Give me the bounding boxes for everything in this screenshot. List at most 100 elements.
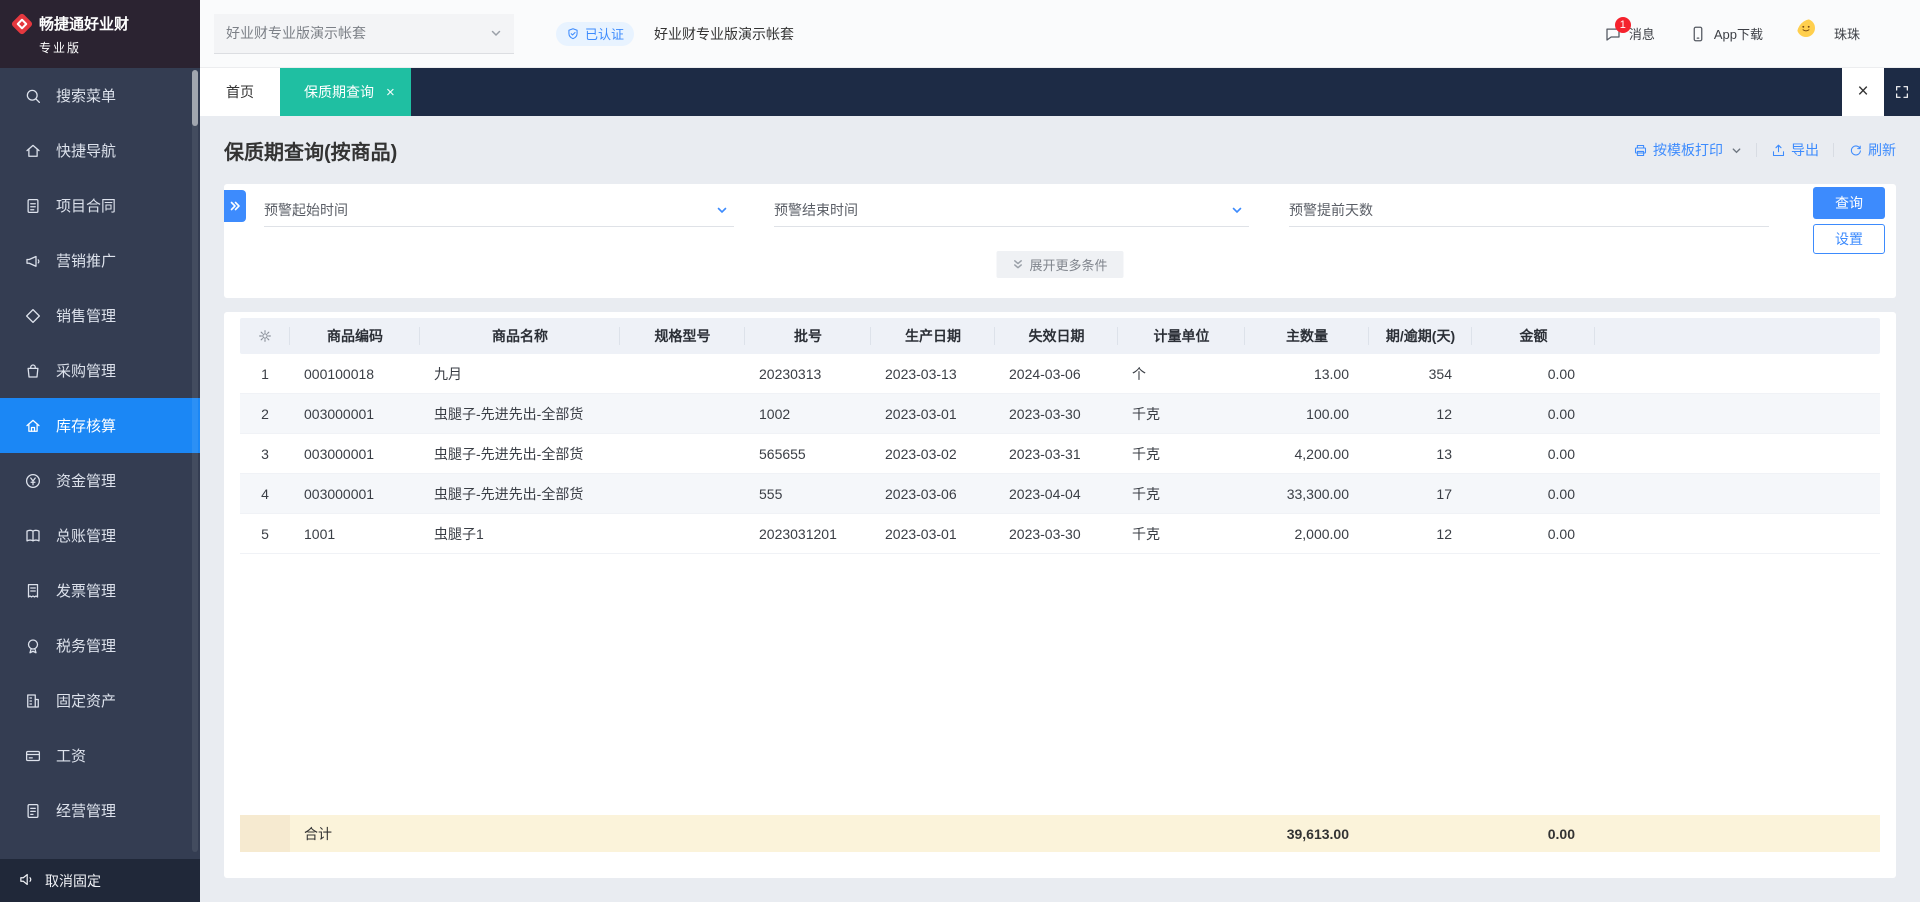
column-header-0: 商品编码	[290, 318, 420, 354]
filter-end-date-select[interactable]: 预警结束时间	[774, 193, 1249, 227]
sidebar-item-megaphone[interactable]: 营销推广	[0, 233, 200, 288]
cell-name: 九月	[434, 365, 462, 382]
operations-icon	[24, 802, 42, 820]
unpin-label: 取消固定	[45, 872, 101, 889]
cell-amount: 0.00	[1547, 525, 1575, 542]
brand-logo-icon	[10, 12, 34, 35]
sidebar-item-tax[interactable]: 税务管理	[0, 618, 200, 673]
fullscreen-icon[interactable]	[1884, 68, 1920, 116]
cell-unit: 个	[1132, 365, 1146, 382]
app-download-label: App下载	[1713, 27, 1763, 42]
sidebar-item-purchase[interactable]: 采购管理	[0, 343, 200, 398]
page-actions: 按模板打印 导出 刷新	[1633, 140, 1896, 160]
sidebar-item-funds[interactable]: 资金管理	[0, 453, 200, 508]
nav-icon	[24, 142, 42, 160]
table-row[interactable]: 1 000100018 九月 20230313 2023-03-13 2024-03-06…	[240, 354, 1880, 394]
cell-spec	[620, 354, 745, 393]
table-row[interactable]: 2 003000001 虫腿子-先进先出-全部货 1002 2023-03-01 2023…	[240, 394, 1880, 434]
close-page-icon[interactable]: ×	[1842, 68, 1884, 116]
cell-amount: 0.00	[1547, 365, 1575, 382]
avatar	[1796, 18, 1827, 49]
column-header-6: 计量单位	[1118, 318, 1245, 354]
export-icon	[1772, 144, 1785, 156]
cell-qty: 2,000.00	[1294, 525, 1350, 542]
print-by-template-button[interactable]: 按模板打印	[1633, 140, 1742, 160]
sidebar-scrollbar-thumb[interactable]	[192, 70, 198, 126]
cell-qty: 100.00	[1306, 405, 1349, 422]
sidebar-scrollbar[interactable]	[192, 70, 198, 852]
filter-panel: 预警起始时间 预警结束时间 预警提前天数 查询 设置 展开更多条件	[224, 184, 1896, 298]
cell-spec	[620, 434, 745, 473]
table-row[interactable]: 3 003000001 虫腿子-先进先出-全部货 565655 2023-03-02 20…	[240, 434, 1880, 474]
cell-batch: 555	[759, 485, 783, 502]
chevron-down-icon	[491, 30, 501, 37]
column-header-4: 生产日期	[871, 318, 995, 354]
column-header-1: 商品名称	[420, 318, 620, 354]
cell-row-number: 2	[261, 405, 269, 422]
megaphone-icon	[24, 252, 42, 270]
main-area: 好业财专业版演示帐套 已认证 好业财专业版演示帐套 1 消息 App下载 珠珠 …	[200, 0, 1920, 902]
sidebar-item-operations[interactable]: 经营管理	[0, 783, 200, 838]
column-header-3: 批号	[745, 318, 871, 354]
filter-buttons: 查询 设置	[1813, 187, 1885, 254]
app-logo: 畅捷通好业财 专业版	[0, 0, 200, 68]
query-button[interactable]: 查询	[1813, 187, 1885, 219]
filter-start-date-select[interactable]: 预警起始时间	[264, 193, 734, 227]
filter-days-ahead-input[interactable]: 预警提前天数	[1289, 193, 1769, 227]
sidebar-item-circle[interactable]	[0, 838, 200, 859]
sidebar-item-contract[interactable]: 项目合同	[0, 178, 200, 233]
filter-collapse-button[interactable]	[224, 190, 246, 222]
cell-exp_date: 2023-03-30	[1009, 405, 1081, 422]
cell-amount: 0.00	[1547, 485, 1575, 502]
cell-filler	[1595, 394, 1880, 433]
tab-bar: 首页 保质期查询 × ×	[200, 68, 1920, 116]
cell-prod_date: 2023-03-01	[885, 405, 957, 422]
cell-code: 003000001	[304, 405, 375, 422]
column-header-2: 规格型号	[620, 318, 745, 354]
user-menu[interactable]: 珠珠	[1796, 18, 1860, 49]
app-download-button[interactable]: App下载	[1689, 24, 1763, 43]
messages-badge: 1	[1614, 16, 1631, 33]
cell-prod_date: 2023-03-06	[885, 485, 957, 502]
cell-batch: 2023031201	[759, 525, 837, 542]
inventory-icon	[24, 417, 42, 435]
cell-spec	[620, 474, 745, 513]
cell-spec	[620, 514, 745, 553]
filter-start-date-label: 预警起始时间	[264, 201, 348, 218]
messages-button[interactable]: 1 消息	[1604, 16, 1655, 43]
sidebar-item-sales[interactable]: 销售管理	[0, 288, 200, 343]
tab-current[interactable]: 保质期查询 ×	[280, 68, 411, 116]
cell-overdue: 17	[1436, 485, 1452, 502]
column-header-8: 期/逾期(天)	[1369, 318, 1472, 354]
sidebar-item-ledger[interactable]: 总账管理	[0, 508, 200, 563]
tab-close-icon[interactable]: ×	[386, 85, 395, 100]
refresh-button[interactable]: 刷新	[1848, 140, 1896, 160]
cell-name: 虫腿子-先进先出-全部货	[434, 405, 584, 422]
table-row[interactable]: 4 003000001 虫腿子-先进先出-全部货 555 2023-03-06 2023-…	[240, 474, 1880, 514]
app-window: 畅捷通好业财 专业版 搜索菜单 快捷导航 项目合同 营销推广 销售管理 采购管理 库存核算资…	[0, 0, 1920, 902]
expand-more-conditions-button[interactable]: 展开更多条件	[996, 251, 1124, 278]
filter-end-date-label: 预警结束时间	[774, 201, 858, 218]
tab-home[interactable]: 首页	[200, 68, 280, 116]
refresh-icon	[1850, 144, 1861, 155]
sidebar-item-inventory[interactable]: 库存核算	[0, 398, 200, 453]
table-header: 商品编码 商品名称 规格型号 批号 生产日期 失效日期 计量单位 主数量 期/逾期(天) 金额	[240, 318, 1880, 354]
sidebar-item-search[interactable]: 搜索菜单	[0, 68, 200, 123]
cell-exp_date: 2024-03-06	[1009, 365, 1081, 382]
table-settings-gear-icon[interactable]	[240, 318, 290, 354]
sidebar-item-nav[interactable]: 快捷导航	[0, 123, 200, 178]
sidebar-item-assets[interactable]: 固定资产	[0, 673, 200, 728]
settings-button[interactable]: 设置	[1813, 224, 1885, 254]
column-header-9: 金额	[1472, 318, 1595, 354]
cell-prod_date: 2023-03-02	[885, 445, 957, 462]
phone-icon	[1693, 26, 1703, 41]
column-header-5: 失效日期	[995, 318, 1118, 354]
cell-qty: 33,300.00	[1286, 485, 1349, 502]
account-select[interactable]: 好业财专业版演示帐套	[214, 13, 514, 54]
filter-row: 预警起始时间 预警结束时间 预警提前天数	[224, 184, 1896, 227]
table-row[interactable]: 5 1001 虫腿子1 2023031201 2023-03-01 2023-03-30 千…	[240, 514, 1880, 554]
sidebar-item-salary[interactable]: 工资	[0, 728, 200, 783]
unpin-sidebar-button[interactable]: 取消固定	[0, 859, 200, 902]
export-button[interactable]: 导出	[1771, 140, 1819, 160]
sidebar-item-invoice[interactable]: 发票管理	[0, 563, 200, 618]
